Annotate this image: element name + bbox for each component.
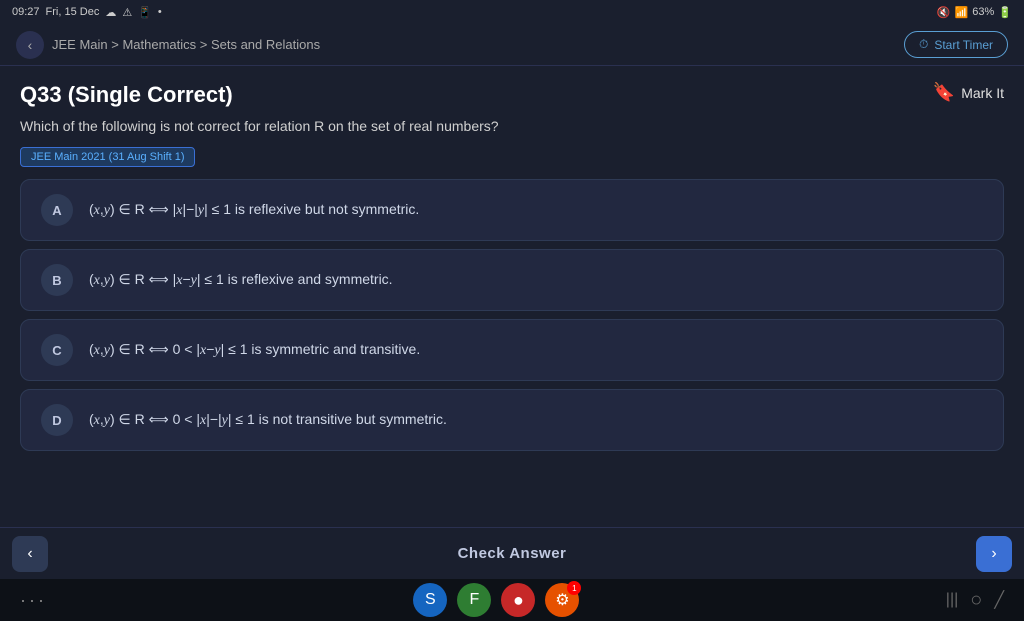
- taskbar: ··· S F ● ⚙ 1 ||| ○ ╱: [0, 579, 1024, 621]
- option-d-card[interactable]: D (x,y) ∈ R ⟺ 0 < |x|−|y| ≤ 1 is not tra…: [20, 389, 1004, 451]
- nav-left: ‹ JEE Main > Mathematics > Sets and Rela…: [16, 31, 320, 59]
- app-icon-3[interactable]: ●: [501, 583, 535, 617]
- check-answer-button[interactable]: Check Answer: [458, 545, 567, 562]
- bottom-bar: ‹ Check Answer ›: [0, 527, 1024, 579]
- prev-icon: ‹: [27, 545, 32, 563]
- question-header: Q33 (Single Correct) 🔖 Mark It: [20, 82, 1004, 108]
- next-icon: ›: [991, 545, 996, 563]
- taskbar-bars-icon: |||: [946, 591, 958, 609]
- alert-icon: ⚠: [122, 6, 132, 19]
- bookmark-icon: 🔖: [933, 82, 955, 103]
- battery-icon: 🔋: [998, 6, 1012, 19]
- option-c-letter: C: [41, 334, 73, 366]
- taskbar-circle-icon: ○: [970, 589, 982, 612]
- mark-it-label: Mark It: [961, 85, 1004, 101]
- breadcrumb: JEE Main > Mathematics > Sets and Relati…: [52, 37, 320, 52]
- back-button[interactable]: ‹: [16, 31, 44, 59]
- battery-level: 63%: [972, 6, 994, 18]
- mute-icon: 🔇: [937, 6, 951, 19]
- option-b-text: (x,y) ∈ R ⟺ |x−y| ≤ 1 is reflexive and s…: [89, 270, 393, 291]
- app-icon-2[interactable]: F: [457, 583, 491, 617]
- taskbar-apps: S F ● ⚙ 1: [413, 583, 579, 617]
- notification-badge: 1: [567, 581, 581, 595]
- prev-button[interactable]: ‹: [12, 536, 48, 572]
- option-b-card[interactable]: B (x,y) ∈ R ⟺ |x−y| ≤ 1 is reflexive and…: [20, 249, 1004, 311]
- options-container: A (x,y) ∈ R ⟺ |x|−|y| ≤ 1 is reflexive b…: [20, 179, 1004, 519]
- cloud-icon: ☁: [105, 6, 116, 19]
- question-tag: JEE Main 2021 (31 Aug Shift 1): [20, 147, 1004, 179]
- time: 09:27: [12, 6, 40, 18]
- taskbar-arrow-icon: ╱: [994, 590, 1004, 610]
- question-text: Which of the following is not correct fo…: [20, 116, 1004, 137]
- option-a-letter: A: [41, 194, 73, 226]
- status-right: 🔇 📶 63% 🔋: [937, 6, 1012, 19]
- timer-icon: ⏱: [919, 37, 928, 52]
- dot-icon: •: [158, 6, 162, 18]
- tag-label: JEE Main 2021 (31 Aug Shift 1): [20, 147, 195, 167]
- taskbar-right: ||| ○ ╱: [946, 589, 1004, 612]
- device-icon: 📱: [138, 6, 152, 19]
- app-icon-4-wrapper: ⚙ 1: [545, 583, 579, 617]
- signal-icon: 📶: [955, 6, 969, 19]
- option-a-card[interactable]: A (x,y) ∈ R ⟺ |x|−|y| ≤ 1 is reflexive b…: [20, 179, 1004, 241]
- status-bar: 09:27 Fri, 15 Dec ☁ ⚠ 📱 • 🔇 📶 63% 🔋: [0, 0, 1024, 24]
- main-content: Q33 (Single Correct) 🔖 Mark It Which of …: [0, 66, 1024, 527]
- option-c-text: (x,y) ∈ R ⟺ 0 < |x−y| ≤ 1 is symmetric a…: [89, 340, 420, 361]
- taskbar-left: ···: [20, 590, 47, 611]
- option-d-text: (x,y) ∈ R ⟺ 0 < |x|−|y| ≤ 1 is not trans…: [89, 410, 447, 431]
- start-timer-button[interactable]: ⏱ Start Timer: [904, 31, 1008, 58]
- option-b-letter: B: [41, 264, 73, 296]
- date: Fri, 15 Dec: [46, 6, 100, 18]
- status-left: 09:27 Fri, 15 Dec ☁ ⚠ 📱 •: [12, 6, 162, 19]
- next-button[interactable]: ›: [976, 536, 1012, 572]
- start-timer-label: Start Timer: [934, 38, 993, 52]
- app-icon-1[interactable]: S: [413, 583, 447, 617]
- nav-bar: ‹ JEE Main > Mathematics > Sets and Rela…: [0, 24, 1024, 66]
- option-c-card[interactable]: C (x,y) ∈ R ⟺ 0 < |x−y| ≤ 1 is symmetric…: [20, 319, 1004, 381]
- mark-it-button[interactable]: 🔖 Mark It: [933, 82, 1004, 103]
- option-d-letter: D: [41, 404, 73, 436]
- menu-dots: ···: [20, 590, 47, 611]
- question-title: Q33 (Single Correct): [20, 82, 233, 108]
- option-a-text: (x,y) ∈ R ⟺ |x|−|y| ≤ 1 is reflexive but…: [89, 200, 419, 221]
